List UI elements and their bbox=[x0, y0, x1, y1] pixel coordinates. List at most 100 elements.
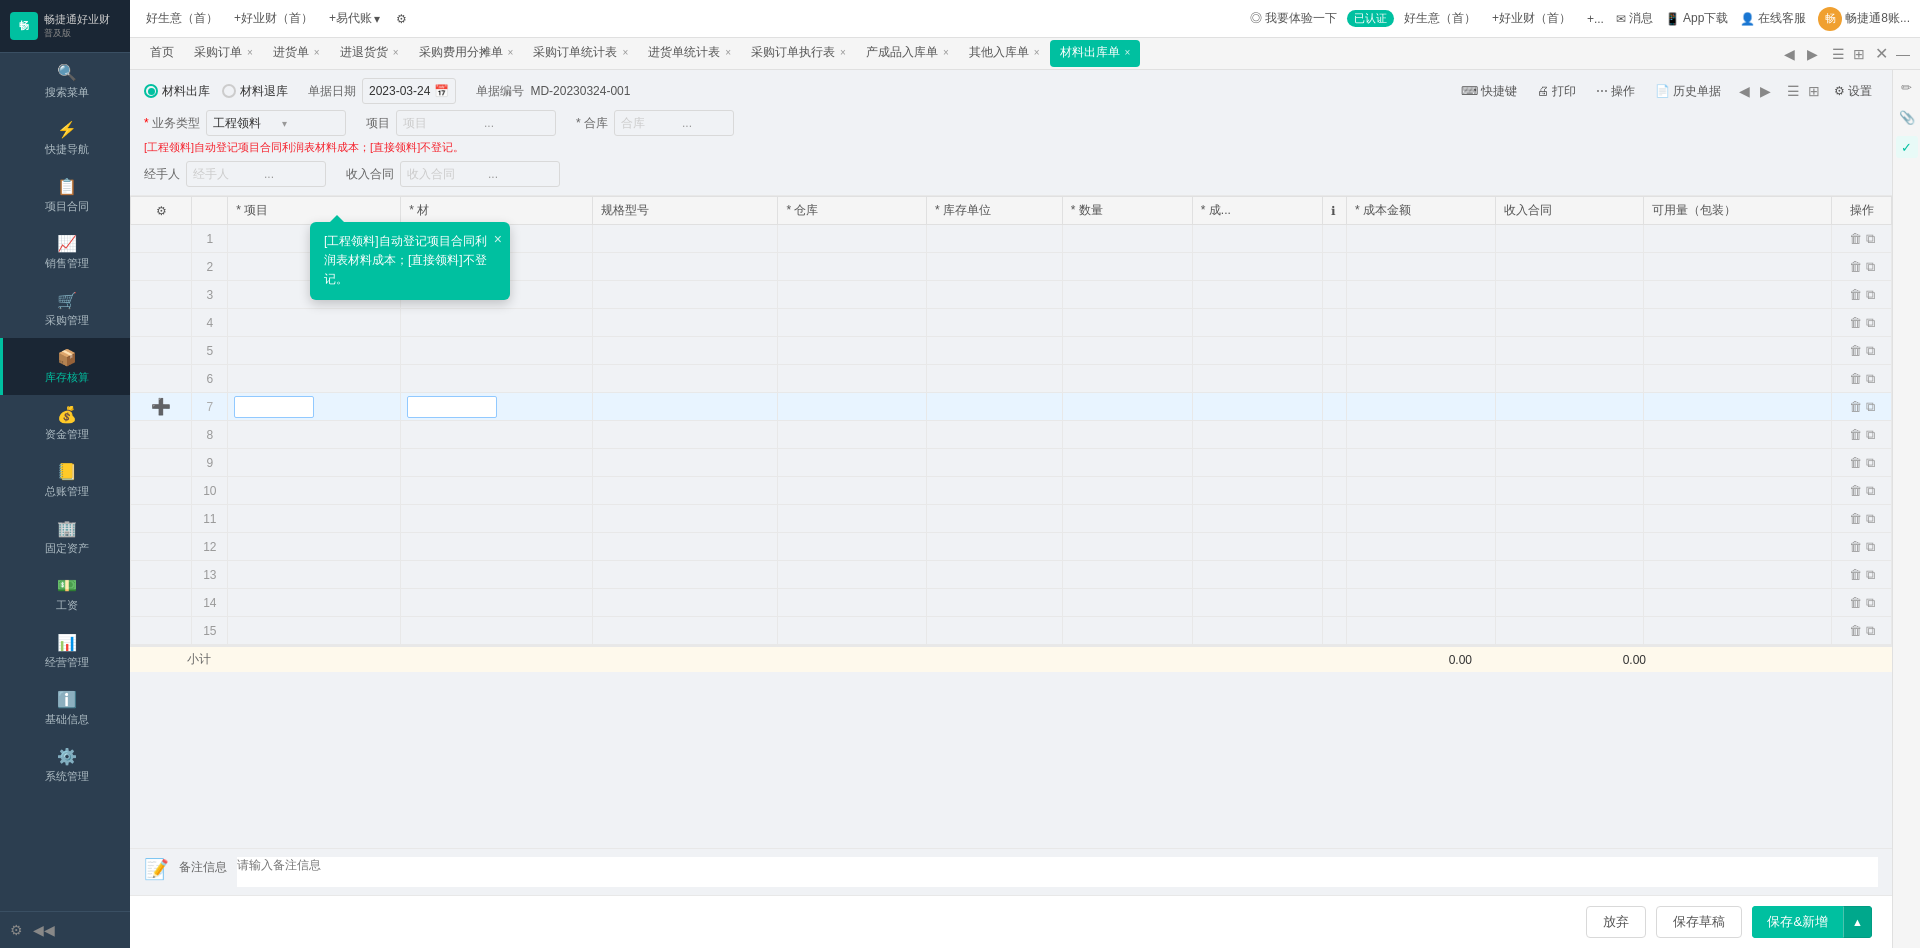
tab-close-icon[interactable]: × bbox=[393, 47, 399, 58]
list-view-icon[interactable]: ⊞ bbox=[1853, 46, 1865, 62]
tab-close-icon[interactable]: × bbox=[508, 47, 514, 58]
tab-invoice-stats[interactable]: 进货单统计表 × bbox=[638, 40, 741, 67]
sidebar-item-quick-nav[interactable]: ⚡ 快捷导航 bbox=[0, 110, 130, 167]
tab-purchase-order[interactable]: 采购订单 × bbox=[184, 40, 263, 67]
save-new-arrow-button[interactable]: ▲ bbox=[1843, 906, 1872, 938]
cell-spec[interactable] bbox=[592, 253, 778, 281]
history-button[interactable]: 📄 历史单据 bbox=[1649, 80, 1727, 103]
sidebar-item-search[interactable]: 🔍 搜索菜单 bbox=[0, 53, 130, 110]
copy-row-button[interactable]: ⧉ bbox=[1866, 287, 1875, 303]
copy-row-button[interactable]: ⧉ bbox=[1866, 623, 1875, 639]
tab-invoice[interactable]: 进货单 × bbox=[263, 40, 330, 67]
cell-costamt[interactable] bbox=[1346, 253, 1495, 281]
project-input[interactable] bbox=[234, 396, 314, 418]
cell-warehouse[interactable] bbox=[778, 225, 927, 253]
form-next-button[interactable]: ▶ bbox=[1756, 81, 1775, 101]
app-download-button[interactable]: 📱 App下载 bbox=[1665, 10, 1728, 27]
delete-row-button[interactable]: 🗑 bbox=[1849, 595, 1862, 611]
material-input[interactable] bbox=[407, 396, 497, 418]
right-panel-edit-icon[interactable]: ✏ bbox=[1896, 76, 1918, 98]
remarks-input[interactable] bbox=[237, 857, 1878, 887]
tab-home[interactable]: 首页 bbox=[140, 40, 184, 67]
table-toggle-icon[interactable]: ⊞ bbox=[1808, 83, 1820, 99]
discard-button[interactable]: 放弃 bbox=[1586, 906, 1646, 938]
sidebar-item-salary[interactable]: 💵 工资 bbox=[0, 566, 130, 623]
cell-costamt[interactable] bbox=[1346, 225, 1495, 253]
delete-row-button[interactable]: 🗑 bbox=[1849, 315, 1862, 331]
ellipsis-icon[interactable]: ... bbox=[478, 116, 555, 130]
message-button[interactable]: ✉ 消息 bbox=[1616, 10, 1653, 27]
tab-material-out[interactable]: 材料出库单 × bbox=[1050, 40, 1141, 67]
copy-row-button[interactable]: ⧉ bbox=[1866, 371, 1875, 387]
business-type-select[interactable]: 工程领料 ▾ bbox=[206, 110, 346, 136]
delete-row-button[interactable]: 🗑 bbox=[1849, 231, 1862, 247]
tab-product-storage[interactable]: 产成品入库单 × bbox=[856, 40, 959, 67]
copy-row-button[interactable]: ⧉ bbox=[1866, 567, 1875, 583]
right-panel-green-icon[interactable]: ✓ bbox=[1896, 136, 1918, 158]
ellipsis-icon[interactable]: ... bbox=[482, 167, 559, 181]
copy-row-button[interactable]: ⧉ bbox=[1866, 343, 1875, 359]
tab-close-icon[interactable]: × bbox=[725, 47, 731, 58]
cell-qty[interactable] bbox=[1062, 253, 1192, 281]
user-avatar[interactable]: 畅 畅捷通8账... bbox=[1818, 7, 1910, 31]
nav-item-more[interactable]: +... bbox=[1581, 8, 1610, 30]
nav-item-haoyecai2[interactable]: +好业财（首） bbox=[1486, 6, 1577, 31]
copy-row-button[interactable]: ⧉ bbox=[1866, 427, 1875, 443]
col-settings[interactable]: ⚙ bbox=[131, 197, 192, 225]
form-prev-button[interactable]: ◀ bbox=[1735, 81, 1754, 101]
close-tab-button[interactable]: ✕ bbox=[1875, 44, 1888, 63]
tab-close-icon[interactable]: × bbox=[622, 47, 628, 58]
shortcut-button[interactable]: ⌨ 快捷键 bbox=[1455, 80, 1523, 103]
cell-unit[interactable] bbox=[927, 253, 1063, 281]
copy-row-button[interactable]: ⧉ bbox=[1866, 511, 1875, 527]
tab-purchase-stats[interactable]: 采购订单统计表 × bbox=[523, 40, 638, 67]
project-select[interactable]: 项目 ... bbox=[396, 110, 556, 136]
delete-row-button[interactable]: 🗑 bbox=[1849, 567, 1862, 583]
online-service-button[interactable]: 👤 在线客服 bbox=[1740, 10, 1806, 27]
nav-item-haoyecai[interactable]: +好业财（首） bbox=[228, 6, 319, 31]
sidebar-item-assets[interactable]: 🏢 固定资产 bbox=[0, 509, 130, 566]
prev-page-button[interactable]: ◀ bbox=[1780, 44, 1799, 64]
nav-try-icon[interactable]: ◎ 我要体验一下 bbox=[1244, 6, 1343, 31]
sidebar-item-project[interactable]: 📋 项目合同 bbox=[0, 167, 130, 224]
grid-view-icon[interactable]: ☰ bbox=[1832, 46, 1845, 62]
copy-row-button[interactable]: ⧉ bbox=[1866, 259, 1875, 275]
date-value[interactable]: 2023-03-24 📅 bbox=[362, 78, 456, 104]
nav-item-haoshengyi2[interactable]: 好生意（首） bbox=[1398, 6, 1482, 31]
nav-item-yidaizhang[interactable]: +易代账 ▾ bbox=[323, 6, 386, 31]
copy-row-button[interactable]: ⧉ bbox=[1866, 231, 1875, 247]
copy-row-button[interactable]: ⧉ bbox=[1866, 455, 1875, 471]
copy-row-button[interactable]: ⧉ bbox=[1866, 483, 1875, 499]
sidebar-item-sales[interactable]: 📈 销售管理 bbox=[0, 224, 130, 281]
delete-row-button[interactable]: 🗑 bbox=[1849, 511, 1862, 527]
tab-close-icon[interactable]: × bbox=[840, 47, 846, 58]
tooltip-close-button[interactable]: × bbox=[494, 228, 502, 250]
delete-row-button[interactable]: 🗑 bbox=[1849, 483, 1862, 499]
next-page-button[interactable]: ▶ bbox=[1803, 44, 1822, 64]
cell-spec[interactable] bbox=[592, 225, 778, 253]
delete-row-button[interactable]: 🗑 bbox=[1849, 455, 1862, 471]
right-panel-paperclip-icon[interactable]: 📎 bbox=[1896, 106, 1918, 128]
tab-close-icon[interactable]: × bbox=[314, 47, 320, 58]
minimize-button[interactable]: — bbox=[1896, 46, 1910, 62]
operation-button[interactable]: ⋯ 操作 bbox=[1590, 80, 1641, 103]
sidebar-item-inventory[interactable]: 📦 库存核算 bbox=[0, 338, 130, 395]
tab-close-icon[interactable]: × bbox=[1125, 47, 1131, 58]
save-new-button[interactable]: 保存&新增 bbox=[1752, 906, 1843, 938]
settings-button[interactable]: ⚙ 设置 bbox=[1828, 80, 1878, 103]
cell-cost[interactable] bbox=[1192, 253, 1322, 281]
save-draft-button[interactable]: 保存草稿 bbox=[1656, 906, 1742, 938]
delete-row-button[interactable]: 🗑 bbox=[1849, 399, 1862, 415]
nav-settings-icon[interactable]: ⚙ bbox=[390, 8, 413, 30]
cell-avail[interactable] bbox=[1644, 253, 1832, 281]
sidebar-item-ledger[interactable]: 📒 总账管理 bbox=[0, 452, 130, 509]
tab-purchase-exec[interactable]: 采购订单执行表 × bbox=[741, 40, 856, 67]
sidebar-item-finance[interactable]: 💰 资金管理 bbox=[0, 395, 130, 452]
delete-row-button[interactable]: 🗑 bbox=[1849, 343, 1862, 359]
add-row-button[interactable]: ➕ bbox=[151, 398, 171, 415]
copy-row-button[interactable]: ⧉ bbox=[1866, 399, 1875, 415]
cell-unit[interactable] bbox=[927, 225, 1063, 253]
tab-invoice-return[interactable]: 进退货货 × bbox=[330, 40, 409, 67]
tab-close-icon[interactable]: × bbox=[247, 47, 253, 58]
delete-row-button[interactable]: 🗑 bbox=[1849, 539, 1862, 555]
